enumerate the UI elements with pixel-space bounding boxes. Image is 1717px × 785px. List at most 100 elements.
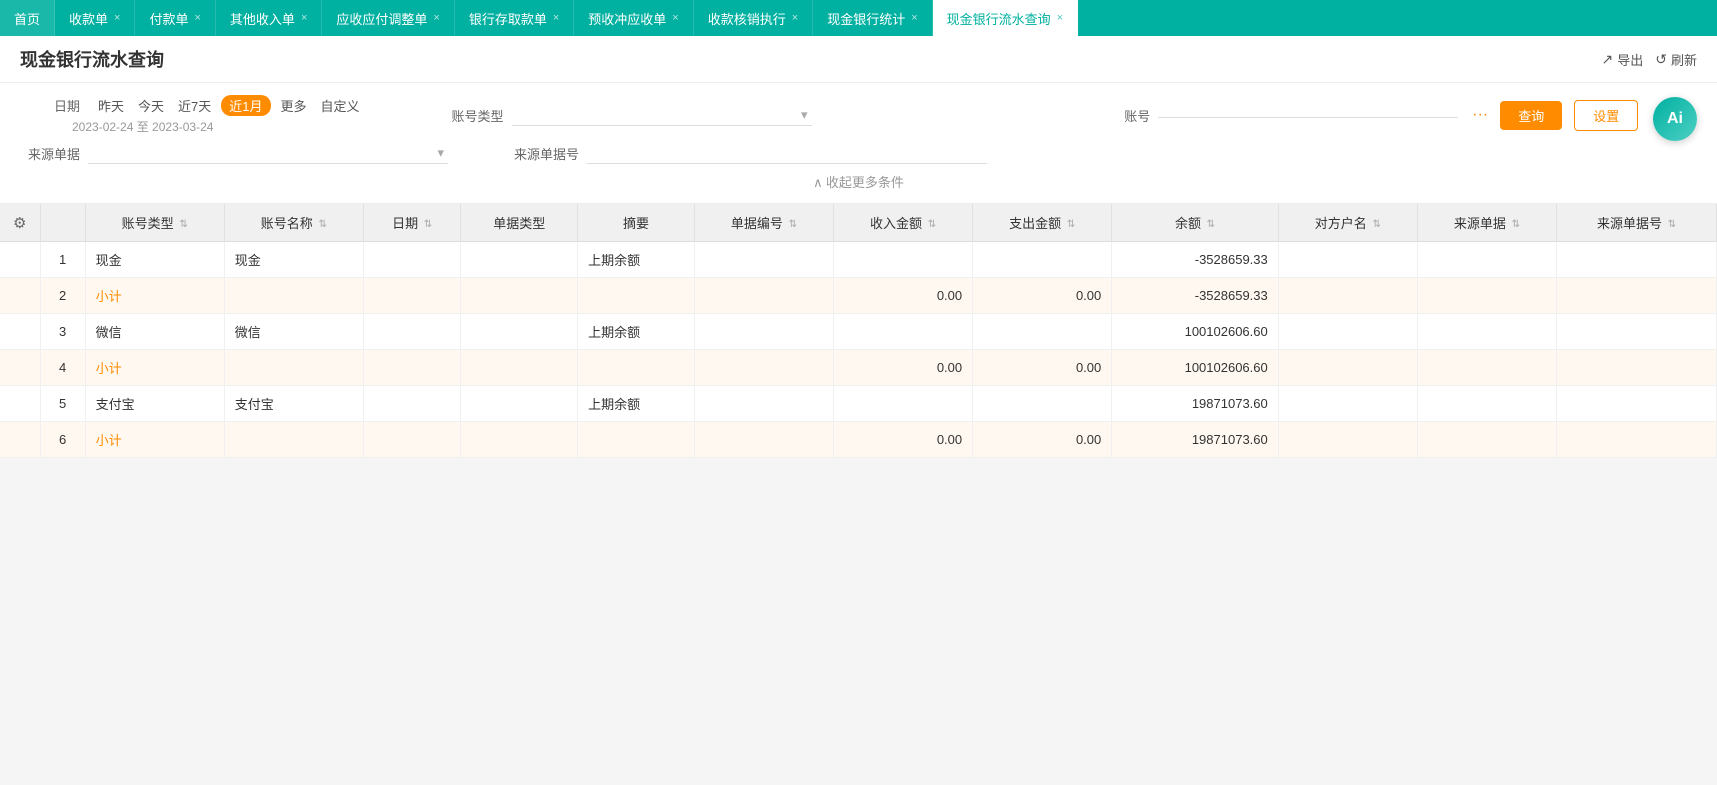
date-btn-custom[interactable]: 自定义 [317, 95, 364, 116]
td-income [834, 386, 973, 422]
nav-other-income[interactable]: 其他收入单 × [216, 0, 322, 36]
th-income[interactable]: 收入金额 ⇅ [834, 204, 973, 242]
nav-bank-deposit[interactable]: 银行存取款单 × [455, 0, 574, 36]
source-doc-label: 来源单据 [20, 144, 80, 163]
account-type-select[interactable]: ▾ [512, 105, 812, 126]
td-doc-type [461, 350, 578, 386]
td-summary [578, 422, 695, 458]
th-expense[interactable]: 支出金额 ⇅ [973, 204, 1112, 242]
td-income: 0.00 [834, 350, 973, 386]
td-counterparty [1278, 386, 1417, 422]
td-doc-type [461, 422, 578, 458]
date-label: 日期 [20, 96, 80, 115]
th-date[interactable]: 日期 ⇅ [363, 204, 461, 242]
td-counterparty [1278, 242, 1417, 278]
td-expense: 0.00 [973, 350, 1112, 386]
close-icon[interactable]: × [433, 12, 439, 24]
nav-verify[interactable]: 收款核销执行 × [694, 0, 813, 36]
close-icon[interactable]: × [301, 12, 307, 24]
td-account-name [224, 350, 363, 386]
close-icon[interactable]: × [672, 12, 678, 24]
th-num [40, 204, 85, 242]
td-gear [0, 386, 40, 422]
td-num: 6 [40, 422, 85, 458]
nav-home[interactable]: 首页 [0, 0, 55, 36]
td-gear [0, 242, 40, 278]
td-doc-type [461, 278, 578, 314]
settings-button[interactable]: 设置 [1574, 100, 1638, 131]
th-gear[interactable]: ⚙ [0, 204, 40, 242]
th-account-type[interactable]: 账号类型 ⇅ [85, 204, 224, 242]
source-doc-select[interactable]: ▾ [88, 143, 448, 164]
nav-receipt[interactable]: 收款单 × [55, 0, 135, 36]
th-source-doc[interactable]: 来源单据 ⇅ [1417, 204, 1556, 242]
th-source-doc-no[interactable]: 来源单据号 ⇅ [1557, 204, 1717, 242]
nav-flow-query[interactable]: 现金银行流水查询 × [933, 0, 1078, 36]
page-title: 现金银行流水查询 [20, 46, 164, 72]
close-icon[interactable]: × [553, 12, 559, 24]
date-range: 2023-02-24 至 2023-03-24 [72, 118, 364, 135]
filter-row-2: 来源单据 ▾ 来源单据号 [20, 143, 1697, 164]
th-counterparty[interactable]: 对方户名 ⇅ [1278, 204, 1417, 242]
table-container: ⚙ 账号类型 ⇅ 账号名称 ⇅ 日期 ⇅ 单据类型 [0, 204, 1717, 458]
header-actions: ↗ 导出 ↺ 刷新 [1602, 50, 1698, 69]
td-doc-type [461, 242, 578, 278]
td-source-doc-no [1557, 278, 1717, 314]
th-summary: 摘要 [578, 204, 695, 242]
td-account-type: 现金 [85, 242, 224, 278]
nav-prepay[interactable]: 预收冲应收单 × [574, 0, 693, 36]
chevron-down-icon: ▾ [801, 107, 808, 123]
td-balance: 100102606.60 [1112, 350, 1279, 386]
td-expense [973, 314, 1112, 350]
export-button[interactable]: ↗ 导出 [1602, 50, 1644, 69]
td-doc-no [694, 386, 833, 422]
date-btn-yesterday[interactable]: 昨天 [94, 95, 128, 116]
td-doc-no [694, 350, 833, 386]
td-account-name: 微信 [224, 314, 363, 350]
td-balance: 100102606.60 [1112, 314, 1279, 350]
sort-icon: ⇅ [318, 220, 326, 230]
th-account-name[interactable]: 账号名称 ⇅ [224, 204, 363, 242]
refresh-button[interactable]: ↺ 刷新 [1655, 50, 1697, 69]
close-icon[interactable]: × [911, 12, 917, 24]
nav-adjustment[interactable]: 应收应付调整单 × [322, 0, 454, 36]
td-num: 2 [40, 278, 85, 314]
account-select[interactable] [1158, 113, 1458, 118]
nav-payment[interactable]: 付款单 × [135, 0, 215, 36]
data-table: ⚙ 账号类型 ⇅ 账号名称 ⇅ 日期 ⇅ 单据类型 [0, 204, 1717, 458]
source-doc-no-input[interactable] [587, 144, 987, 164]
td-source-doc-no [1557, 314, 1717, 350]
td-income: 0.00 [834, 278, 973, 314]
th-balance[interactable]: 余额 ⇅ [1112, 204, 1279, 242]
date-btn-7days[interactable]: 近7天 [174, 95, 215, 116]
ai-button[interactable]: Ai [1653, 97, 1697, 141]
close-icon[interactable]: × [1057, 12, 1063, 24]
td-counterparty [1278, 350, 1417, 386]
td-gear [0, 350, 40, 386]
date-buttons: 昨天 今天 近7天 近1月 更多 自定义 [94, 95, 364, 116]
query-button[interactable]: 查询 [1500, 101, 1562, 130]
close-icon[interactable]: × [114, 12, 120, 24]
table-row: 1现金现金上期余额-3528659.33 [0, 242, 1717, 278]
top-nav: 首页 收款单 × 付款单 × 其他收入单 × 应收应付调整单 × 银行存取款单 … [0, 0, 1717, 36]
refresh-icon: ↺ [1655, 51, 1667, 68]
date-btn-more[interactable]: 更多 [277, 95, 311, 116]
td-gear [0, 422, 40, 458]
td-source-doc [1417, 422, 1556, 458]
td-doc-no [694, 242, 833, 278]
date-btn-1month[interactable]: 近1月 [221, 95, 270, 116]
collapse-bar[interactable]: ∧ 收起更多条件 [20, 168, 1697, 195]
account-dots-button[interactable]: ··· [1472, 106, 1488, 124]
chevron-up-icon: ∧ [813, 175, 823, 190]
page-header: 现金银行流水查询 ↗ 导出 ↺ 刷新 [0, 36, 1717, 83]
sort-icon: ⇅ [928, 220, 936, 230]
close-icon[interactable]: × [194, 12, 200, 24]
date-btn-today[interactable]: 今天 [134, 95, 168, 116]
gear-icon[interactable]: ⚙ [13, 215, 26, 232]
account-section: 账号 ··· 查询 设置 [1090, 100, 1697, 131]
close-icon[interactable]: × [792, 12, 798, 24]
td-account-name [224, 278, 363, 314]
td-doc-type [461, 314, 578, 350]
nav-statistics[interactable]: 现金银行统计 × [813, 0, 932, 36]
th-doc-no[interactable]: 单据编号 ⇅ [694, 204, 833, 242]
